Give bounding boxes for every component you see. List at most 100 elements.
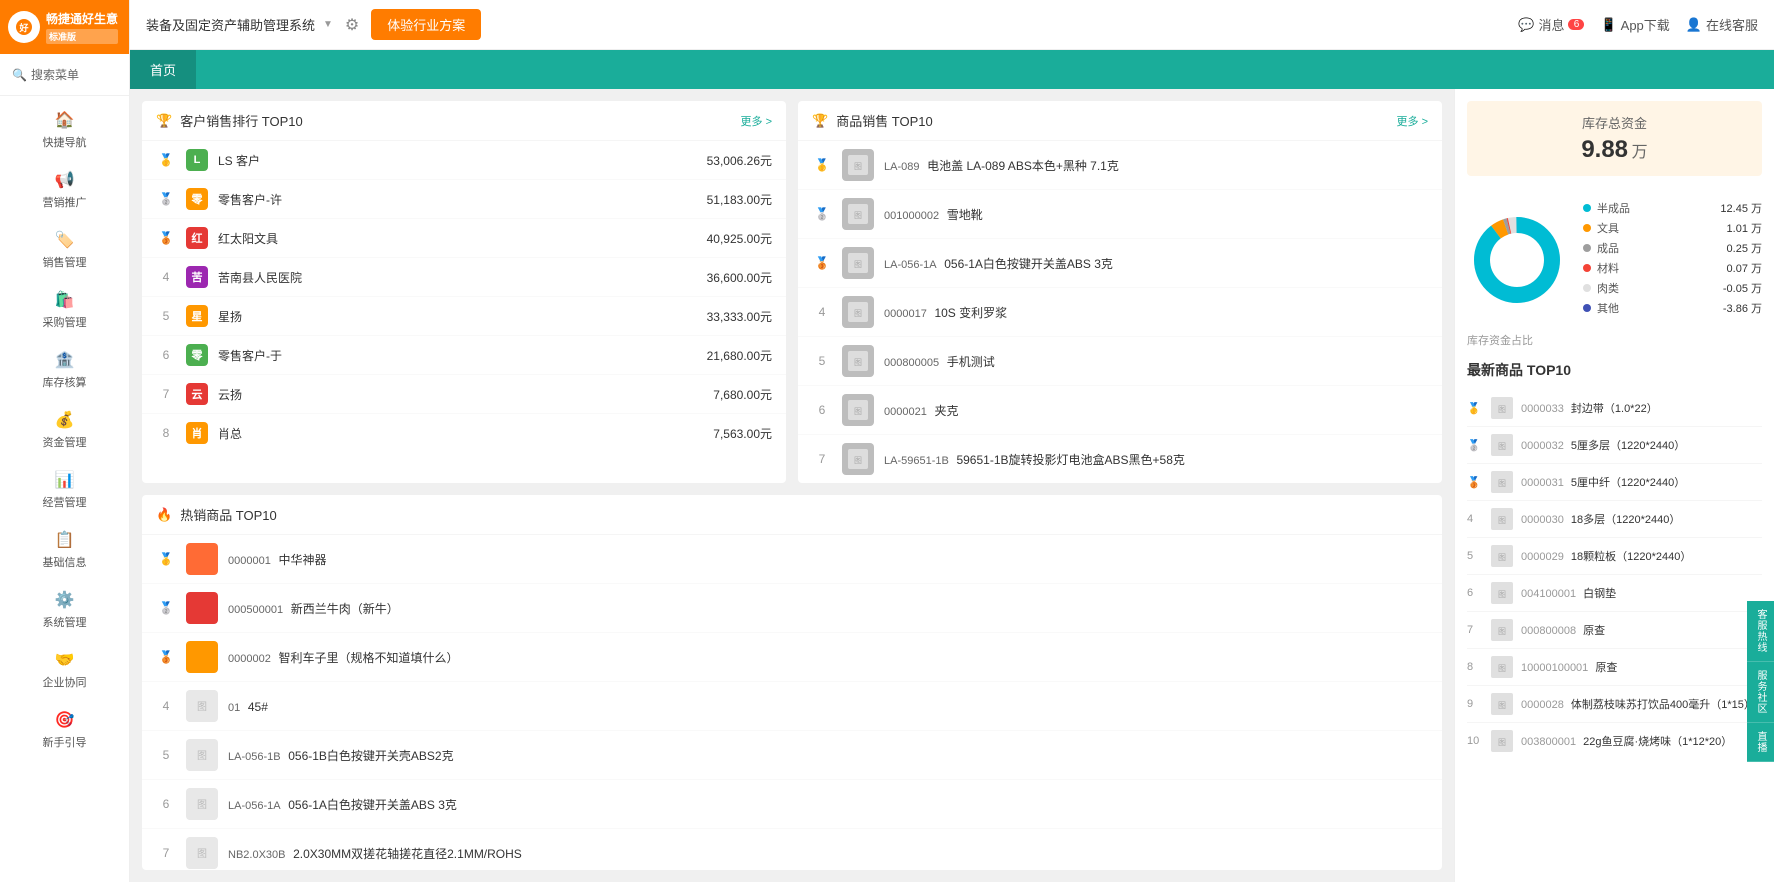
hot-product-row[interactable]: 🥇 0000001 中华神器 (142, 535, 1442, 584)
online-service-btn[interactable]: 👤 在线客服 (1686, 15, 1758, 34)
new-products-title-text: 最新商品 TOP10 (1467, 360, 1571, 380)
system-icon: ⚙️ (55, 590, 75, 610)
new-product-row[interactable]: 9 图 0000028 体制荔枝味苏打饮品400毫升（1*15） (1467, 686, 1762, 723)
rank-medal: 🥈 (156, 192, 176, 206)
app-download-btn[interactable]: 📱 App下载 (1600, 15, 1669, 34)
rank-medal: 🥇 (812, 158, 832, 172)
product-sales-row[interactable]: 🥈 图 001000002 雪地靴 (798, 190, 1442, 239)
search-menu-btn[interactable]: 🔍 搜索菜单 (8, 62, 121, 87)
hot-products-card: 🔥 热销商品 TOP10 🥇 0000001 中华神器 🥈 000500001 … (142, 495, 1442, 870)
customer-ranking-row[interactable]: 🥇 L LS 客户 53,006.26元 (142, 141, 786, 180)
sidebar-item-basic[interactable]: 📋 基础信息 (0, 520, 129, 580)
customer-badge: 零 (186, 344, 208, 366)
legend-dot (1583, 284, 1591, 292)
sidebar-label-guide: 新手引导 (43, 734, 87, 750)
product-sales-row[interactable]: 🥉 图 LA-056-1A 056-1A白色按键开关盖ABS 3克 (798, 239, 1442, 288)
tab-home[interactable]: 首页 (130, 50, 196, 89)
home-icon: 🏠 (55, 110, 75, 130)
system-selector[interactable]: 装备及固定资产辅助管理系统 ▼ (146, 15, 333, 34)
rank-medal: 🥈 (156, 601, 176, 615)
legend-label: 成品 (1597, 240, 1721, 256)
hot-product-row[interactable]: 7 图 NB2.0X30B 2.0X30MM双搓花轴搓花直径2.1MM/ROHS (142, 829, 1442, 870)
hot-product-row[interactable]: 🥈 000500001 新西兰牛肉（新牛） (142, 584, 1442, 633)
float-direct-btn[interactable]: 直播 (1747, 723, 1774, 762)
customer-ranking-row[interactable]: 🥈 零 零售客户-许 51,183.00元 (142, 180, 786, 219)
sidebar-item-shortcut[interactable]: 🏠 快捷导航 (0, 100, 129, 160)
product-sales-row[interactable]: 5 图 000800005 手机测试 (798, 337, 1442, 386)
new-product-img: 图 (1491, 656, 1513, 678)
sidebar-item-marketing[interactable]: 📢 营销推广 (0, 160, 129, 220)
try-btn[interactable]: 体验行业方案 (371, 9, 481, 40)
corp-icon: 🤝 (55, 650, 75, 670)
rank-number: 5 (156, 309, 176, 323)
product-name: 056-1A白色按键开关盖ABS 3克 (944, 257, 1113, 271)
new-product-row[interactable]: 🥉 图 0000031 5厘中纤（1220*2440） (1467, 464, 1762, 501)
message-btn[interactable]: 💬 消息 6 (1518, 15, 1584, 34)
svg-text:好: 好 (18, 22, 28, 33)
customer-ranking-row[interactable]: 4 苦 苦南县人民医院 36,600.00元 (142, 258, 786, 297)
product-sales-row[interactable]: 🥇 图 LA-089 电池盖 LA-089 ABS本色+黑种 7.1克 (798, 141, 1442, 190)
hot-product-row[interactable]: 🥉 0000002 智利车子里（规格不知道填什么） (142, 633, 1442, 682)
new-product-row[interactable]: 🥈 图 0000032 5厘多层（1220*2440） (1467, 427, 1762, 464)
customer-ranking-row[interactable]: 🥉 红 红太阳文具 40,925.00元 (142, 219, 786, 258)
sidebar-item-inventory[interactable]: 🏦 库存核算 (0, 340, 129, 400)
product-sales-more[interactable]: 更多 > (1397, 113, 1428, 129)
sidebar-item-system[interactable]: ⚙️ 系统管理 (0, 580, 129, 640)
new-product-img: 图 (1491, 545, 1513, 567)
inventory-chart: 半成品 12.45 万 文具 1.01 万 成品 0.25 万 材料 0.07 … (1467, 188, 1762, 332)
product-name: 2.0X30MM双搓花轴搓花直径2.1MM/ROHS (293, 847, 522, 861)
customer-badge: 肖 (186, 422, 208, 444)
customer-ranking-row[interactable]: 7 云 云扬 7,680.00元 (142, 375, 786, 414)
chart-label: 库存资金占比 (1467, 332, 1762, 348)
customer-amount: 21,680.00元 (707, 347, 772, 364)
product-sales-row[interactable]: 4 图 0000017 10S 变利罗浆 (798, 288, 1442, 337)
new-product-row[interactable]: 5 图 0000029 18颗粒板（1220*2440） (1467, 538, 1762, 575)
new-product-row[interactable]: 🥇 图 0000033 封边带（1.0*22） (1467, 390, 1762, 427)
sidebar-item-sales[interactable]: 🏷️ 销售管理 (0, 220, 129, 280)
hot-product-row[interactable]: 6 图 LA-056-1A 056-1A白色按键开关盖ABS 3克 (142, 780, 1442, 829)
customer-ranking-header: 🏆 客户销售排行 TOP10 更多 > (142, 101, 786, 141)
product-code: 000800005 (884, 357, 939, 369)
customer-ranking-more[interactable]: 更多 > (741, 113, 772, 129)
product-name: 新西兰牛肉（新牛） (291, 602, 399, 616)
product-sales-row[interactable]: 7 图 LA-59651-1B 59651-1B旋转投影灯电池盒ABS黑色+58… (798, 435, 1442, 483)
new-product-row[interactable]: 8 图 10000100001 原查 (1467, 649, 1762, 686)
float-community-btn[interactable]: 服务社区 (1747, 662, 1774, 723)
customer-amount: 36,600.00元 (707, 269, 772, 286)
customer-ranking-row[interactable]: 8 肖 肖总 7,563.00元 (142, 414, 786, 452)
hot-product-row[interactable]: 5 图 LA-056-1B 056-1B白色按键开关壳ABS2克 (142, 731, 1442, 780)
float-buttons: 客服热线 服务社区 直播 (1747, 601, 1774, 762)
customer-amount: 51,183.00元 (707, 191, 772, 208)
hot-product-info: LA-056-1A 056-1A白色按键开关盖ABS 3克 (228, 796, 1428, 813)
sidebar-item-purchase[interactable]: 🛍️ 采购管理 (0, 280, 129, 340)
sidebar-item-finance[interactable]: 💰 资金管理 (0, 400, 129, 460)
sidebar-item-operation[interactable]: 📊 经营管理 (0, 460, 129, 520)
customer-ranking-row[interactable]: 6 零 零售客户-于 21,680.00元 (142, 336, 786, 375)
rank-number: 7 (1467, 624, 1483, 636)
sidebar-item-corp[interactable]: 🤝 企业协同 (0, 640, 129, 700)
product-name: 056-1A白色按键开关盖ABS 3克 (288, 798, 457, 812)
new-product-row[interactable]: 7 图 000800008 原查 (1467, 612, 1762, 649)
new-product-row[interactable]: 10 图 003800001 22g鱼豆腐·烧烤味（1*12*20） (1467, 723, 1762, 759)
new-product-row[interactable]: 4 图 0000030 18多层（1220*2440） (1467, 501, 1762, 538)
product-name: 智利车子里（规格不知道填什么） (278, 651, 458, 665)
sidebar-label-purchase: 采购管理 (43, 314, 87, 330)
rank-number: 9 (1467, 698, 1483, 710)
product-name: 手机测试 (947, 355, 995, 369)
float-service-btn[interactable]: 客服热线 (1747, 601, 1774, 662)
sidebar-item-guide[interactable]: 🎯 新手引导 (0, 700, 129, 760)
customer-amount: 53,006.26元 (707, 152, 772, 169)
new-product-info: 0000028 体制荔枝味苏打饮品400毫升（1*15） (1521, 696, 1762, 712)
svg-text:图: 图 (854, 358, 862, 367)
hot-product-row[interactable]: 4 图 01 45# (142, 682, 1442, 731)
search-section[interactable]: 🔍 搜索菜单 (0, 54, 129, 96)
rank-number: 8 (156, 426, 176, 440)
customer-ranking-row[interactable]: 5 星 星扬 33,333.00元 (142, 297, 786, 336)
settings-icon[interactable]: ⚙ (345, 15, 359, 35)
product-sales-row[interactable]: 6 图 0000021 夹克 (798, 386, 1442, 435)
sidebar-label-finance: 资金管理 (43, 434, 87, 450)
new-product-row[interactable]: 6 图 004100001 白钢垫 (1467, 575, 1762, 612)
donut-legend: 半成品 12.45 万 文具 1.01 万 成品 0.25 万 材料 0.07 … (1583, 200, 1762, 320)
svg-text:图: 图 (197, 848, 207, 860)
ranking-icon: 🏆 (156, 113, 172, 129)
